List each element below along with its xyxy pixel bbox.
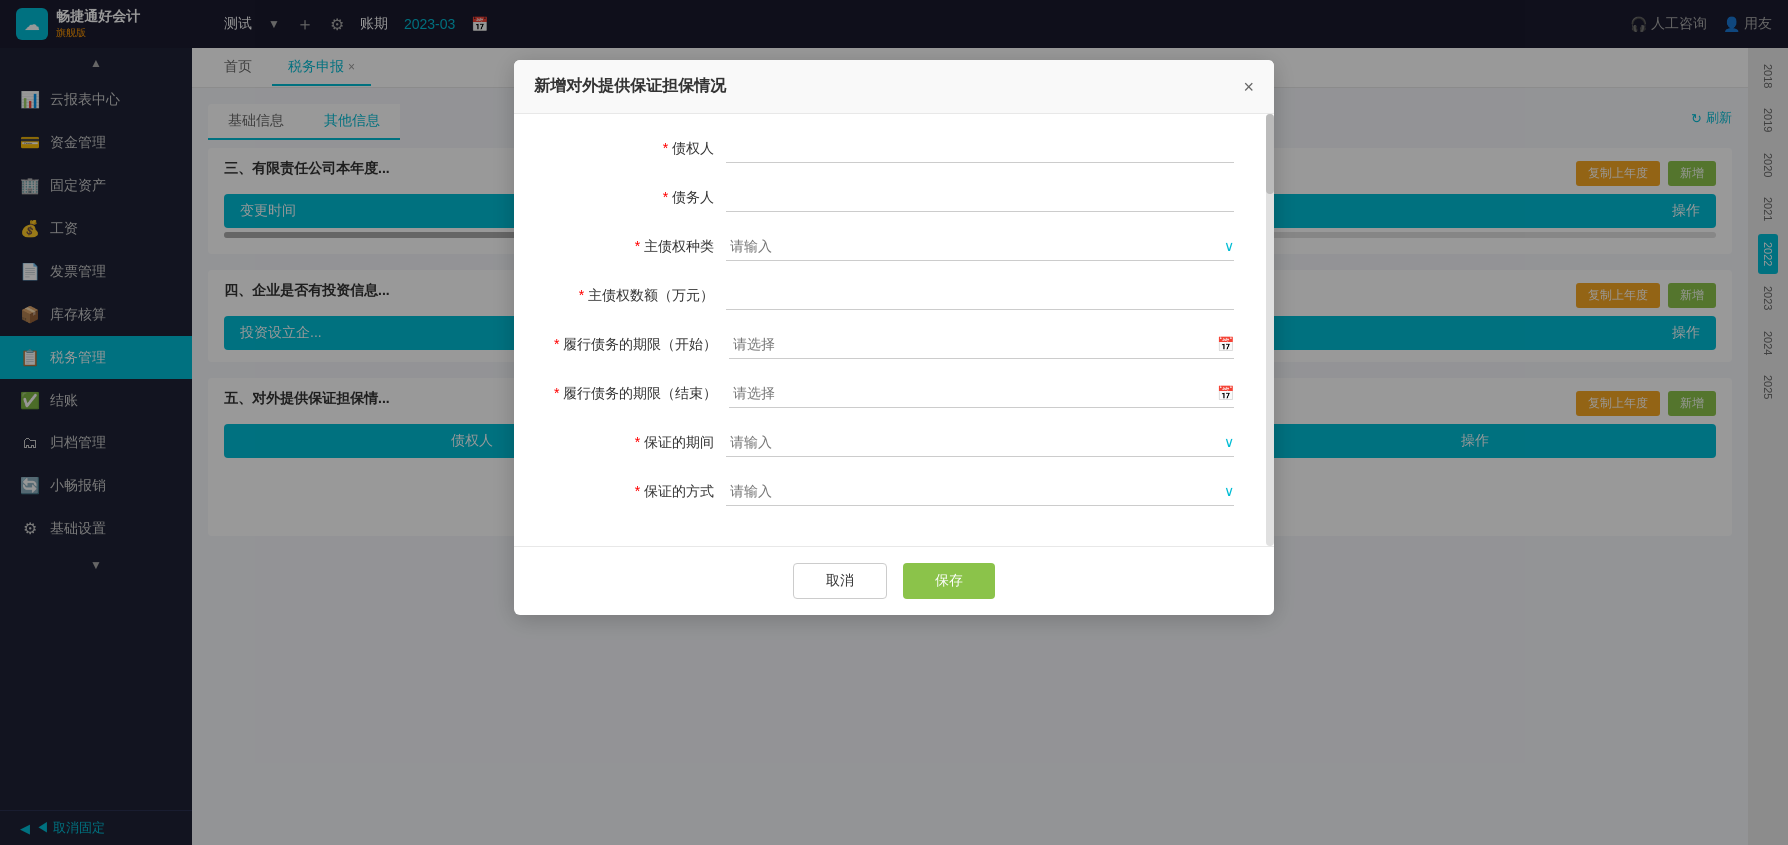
creditor-label: * 债权人 xyxy=(554,140,714,158)
form-row-period-start: * 履行债务的期限（开始） 📅 xyxy=(554,330,1234,359)
modal-overlay[interactable]: 新增对外提供保证担保情况 × * 债权人 * 债务人 xyxy=(0,0,1788,845)
form-row-guarantee-method: * 保证的方式 ∨ xyxy=(554,477,1234,506)
modal-title: 新增对外提供保证担保情况 xyxy=(534,76,726,97)
creditor-input[interactable] xyxy=(726,134,1234,163)
debt-amount-input[interactable] xyxy=(726,281,1234,310)
form-row-period-end: * 履行债务的期限（结束） 📅 xyxy=(554,379,1234,408)
guarantee-period-input[interactable] xyxy=(726,428,1224,456)
debt-type-input[interactable] xyxy=(726,232,1224,260)
period-end-input[interactable] xyxy=(729,379,1217,407)
period-end-calendar-icon[interactable]: 📅 xyxy=(1217,385,1234,401)
creditor-required: * xyxy=(663,140,668,156)
debt-amount-required: * xyxy=(579,287,584,303)
form-row-guarantee-period: * 保证的期间 ∨ xyxy=(554,428,1234,457)
modal-scrollbar[interactable] xyxy=(1266,114,1274,546)
save-button[interactable]: 保存 xyxy=(903,563,995,599)
modal-close-button[interactable]: × xyxy=(1243,78,1254,96)
guarantee-method-dropdown-icon[interactable]: ∨ xyxy=(1224,483,1234,499)
cancel-button[interactable]: 取消 xyxy=(793,563,887,599)
modal-header: 新增对外提供保证担保情况 × xyxy=(514,60,1274,114)
modal-scrollbar-thumb xyxy=(1266,114,1274,194)
period-start-date-wrapper: 📅 xyxy=(729,330,1234,359)
period-end-required: * xyxy=(554,385,559,401)
guarantee-period-label: * 保证的期间 xyxy=(554,434,714,452)
period-end-date-wrapper: 📅 xyxy=(729,379,1234,408)
period-start-input[interactable] xyxy=(729,330,1217,358)
form-row-debt-amount: * 主债权数额（万元） xyxy=(554,281,1234,310)
guarantee-period-select-wrapper: ∨ xyxy=(726,428,1234,457)
guarantee-method-select-wrapper: ∨ xyxy=(726,477,1234,506)
debt-type-required: * xyxy=(635,238,640,254)
debt-type-select-wrapper: ∨ xyxy=(726,232,1234,261)
debt-amount-label: * 主债权数额（万元） xyxy=(554,287,714,305)
guarantee-period-required: * xyxy=(635,434,640,450)
form-row-debt-type: * 主债权种类 ∨ xyxy=(554,232,1234,261)
period-end-label: * 履行债务的期限（结束） xyxy=(554,385,717,403)
debtor-label: * 债务人 xyxy=(554,189,714,207)
debtor-required: * xyxy=(663,189,668,205)
guarantee-method-input[interactable] xyxy=(726,477,1224,505)
period-start-required: * xyxy=(554,336,559,352)
form-row-creditor: * 债权人 xyxy=(554,134,1234,163)
modal-footer: 取消 保存 xyxy=(514,546,1274,615)
period-start-calendar-icon[interactable]: 📅 xyxy=(1217,336,1234,352)
guarantee-period-dropdown-icon[interactable]: ∨ xyxy=(1224,434,1234,450)
guarantee-method-required: * xyxy=(635,483,640,499)
modal-body: * 债权人 * 债务人 * 主债权种类 xyxy=(514,114,1274,546)
debtor-input[interactable] xyxy=(726,183,1234,212)
guarantee-method-label: * 保证的方式 xyxy=(554,483,714,501)
period-start-label: * 履行债务的期限（开始） xyxy=(554,336,717,354)
modal-dialog: 新增对外提供保证担保情况 × * 债权人 * 债务人 xyxy=(514,60,1274,615)
debt-type-dropdown-icon[interactable]: ∨ xyxy=(1224,238,1234,254)
form-row-debtor: * 债务人 xyxy=(554,183,1234,212)
debt-type-label: * 主债权种类 xyxy=(554,238,714,256)
